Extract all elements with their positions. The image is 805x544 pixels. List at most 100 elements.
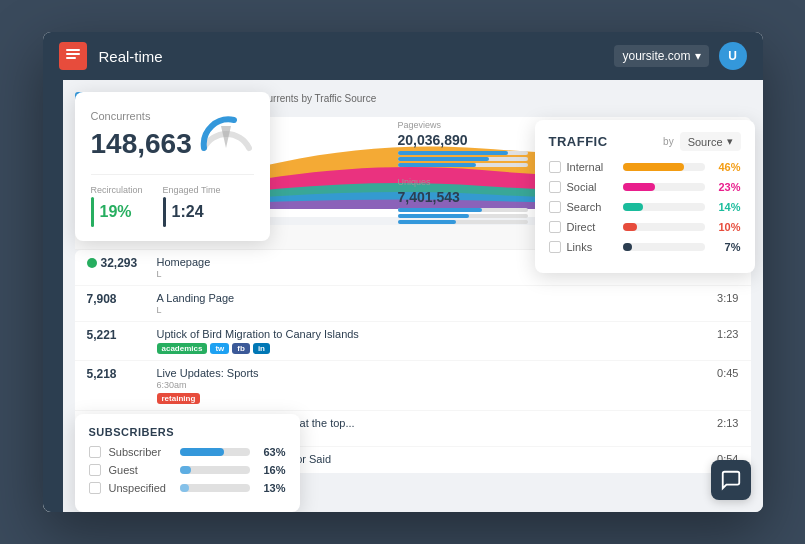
tag-badges: academics tw fb in: [157, 343, 659, 354]
page-meta: 6:30am: [157, 380, 659, 390]
subscriber-bar-fill-0: [180, 448, 224, 456]
engaged-time-label: Engaged Time: [163, 185, 221, 195]
traffic-bar-0: [623, 163, 705, 171]
chevron-down-icon: ▾: [727, 135, 733, 148]
header-left: Real-time: [59, 42, 163, 70]
traffic-label-0: Internal: [567, 161, 617, 173]
subscriber-bar-fill-2: [180, 484, 189, 492]
source-label: Source: [688, 136, 723, 148]
pageviews-bar: [398, 151, 509, 155]
traffic-label-1: Social: [567, 181, 617, 193]
recirculation-label: Recirculation: [91, 185, 143, 195]
pageviews-value: 20,036,890: [398, 132, 528, 148]
subscribers-panel: SUBSCRIBERS Subscriber 63% Guest 16%: [75, 414, 300, 512]
svg-rect-0: [66, 53, 80, 55]
engaged-time: 1:23: [659, 328, 739, 340]
traffic-label-4: Links: [567, 241, 617, 253]
traffic-row-direct: Direct 10%: [549, 221, 741, 233]
subscriber-check-0[interactable]: [89, 446, 101, 458]
logo-icon: [59, 42, 87, 70]
subscriber-label-0: Subscriber: [109, 446, 172, 458]
subscriber-label-1: Guest: [109, 464, 172, 476]
user-avatar[interactable]: U: [719, 42, 747, 70]
uniques-label: Uniques: [398, 177, 528, 187]
site-selector[interactable]: yoursite.com ▾: [614, 45, 708, 67]
page-meta: L: [157, 305, 659, 315]
traffic-header: TRAFFIC by Source ▾: [549, 132, 741, 151]
traffic-row-internal: Internal 46%: [549, 161, 741, 173]
cp-metrics: Recirculation 19% Engaged Time 1:24: [91, 185, 254, 227]
traffic-row-search: Search 14%: [549, 201, 741, 213]
traffic-check-2[interactable]: [549, 201, 561, 213]
tag-retaining: retaining: [157, 393, 201, 404]
traffic-by-label: by: [663, 136, 674, 147]
subscriber-bar-2: [180, 484, 250, 492]
concurrents-value: 148,663: [91, 128, 192, 160]
tag-linkedin: in: [253, 343, 270, 354]
subscriber-check-2[interactable]: [89, 482, 101, 494]
traffic-source-selector[interactable]: Source ▾: [680, 132, 741, 151]
svg-rect-2: [66, 49, 80, 51]
traffic-bar-1: [623, 183, 705, 191]
traffic-check-1[interactable]: [549, 181, 561, 193]
subscriber-value-1: 16%: [258, 464, 286, 476]
traffic-check-3[interactable]: [549, 221, 561, 233]
subscriber-row-0: Subscriber 63%: [89, 446, 286, 458]
header-right: yoursite.com ▾ U: [614, 42, 746, 70]
engaged-time: 3:19: [659, 292, 739, 304]
engaged-bar: [163, 197, 166, 227]
traffic-check-4[interactable]: [549, 241, 561, 253]
concurrents-gauge: [199, 108, 254, 157]
traffic-label-2: Search: [567, 201, 617, 213]
content: TODAY 7-DAY 30-DAY Concurrents by Traffi…: [63, 80, 763, 512]
tag-facebook: fb: [232, 343, 250, 354]
recirculation-value: 19%: [100, 203, 132, 221]
chevron-down-icon: ▾: [695, 49, 701, 63]
subscriber-row-1: Guest 16%: [89, 464, 286, 476]
chat-button[interactable]: [711, 460, 751, 500]
site-name: yoursite.com: [622, 49, 690, 63]
subscriber-value-0: 63%: [258, 446, 286, 458]
header: Real-time yoursite.com ▾ U: [43, 32, 763, 80]
svg-rect-1: [66, 57, 76, 59]
subscriber-row-2: Unspecified 13%: [89, 482, 286, 494]
subscriber-bar-0: [180, 448, 250, 456]
table-row[interactable]: 5,221 Uptick of Bird Migration to Canary…: [75, 322, 751, 361]
page-name: Live Updates: Sports: [157, 367, 659, 379]
concurrent-count: 5,218: [87, 367, 117, 381]
engaged-time: 0:45: [659, 367, 739, 379]
subscriber-bar-1: [180, 466, 250, 474]
traffic-label-3: Direct: [567, 221, 617, 233]
subscriber-label-2: Unspecified: [109, 482, 172, 494]
tag-academics: academics: [157, 343, 208, 354]
traffic-value-3: 10%: [711, 221, 741, 233]
main: TODAY 7-DAY 30-DAY Concurrents by Traffi…: [43, 80, 763, 512]
concurrent-count: 32,293: [101, 256, 138, 270]
page-name: A Landing Page: [157, 292, 659, 304]
traffic-row-links: Links 7%: [549, 241, 741, 253]
traffic-bar-2: [623, 203, 705, 211]
traffic-value-1: 23%: [711, 181, 741, 193]
engaged-time: 2:13: [659, 417, 739, 429]
table-row[interactable]: 7,908 A Landing Page L 3:19: [75, 286, 751, 322]
traffic-value-0: 46%: [711, 161, 741, 173]
app-window: Real-time yoursite.com ▾ U TODAY 7-DAY 3…: [43, 32, 763, 512]
uniques-item: Uniques 7,401,543: [398, 177, 528, 224]
uniques-value: 7,401,543: [398, 189, 528, 205]
traffic-check-0[interactable]: [549, 161, 561, 173]
concurrent-count: 7,908: [87, 292, 117, 306]
subscriber-check-1[interactable]: [89, 464, 101, 476]
sidebar: [43, 80, 63, 512]
header-title: Real-time: [99, 48, 163, 65]
subscribers-title: SUBSCRIBERS: [89, 426, 286, 438]
traffic-panel: TRAFFIC by Source ▾ Internal: [535, 120, 755, 273]
traffic-bar-4: [623, 243, 705, 251]
subscriber-bar-fill-1: [180, 466, 191, 474]
table-row[interactable]: 5,218 Live Updates: Sports 6:30am retain…: [75, 361, 751, 411]
traffic-value-4: 7%: [711, 241, 741, 253]
concurrents-label: Concurrents: [91, 110, 151, 122]
pageviews-item: Pageviews 20,036,890: [398, 120, 528, 167]
tag-badges: retaining: [157, 393, 659, 404]
engaged-time-value: 1:24: [172, 203, 204, 221]
concurrent-count: 5,221: [87, 328, 117, 342]
